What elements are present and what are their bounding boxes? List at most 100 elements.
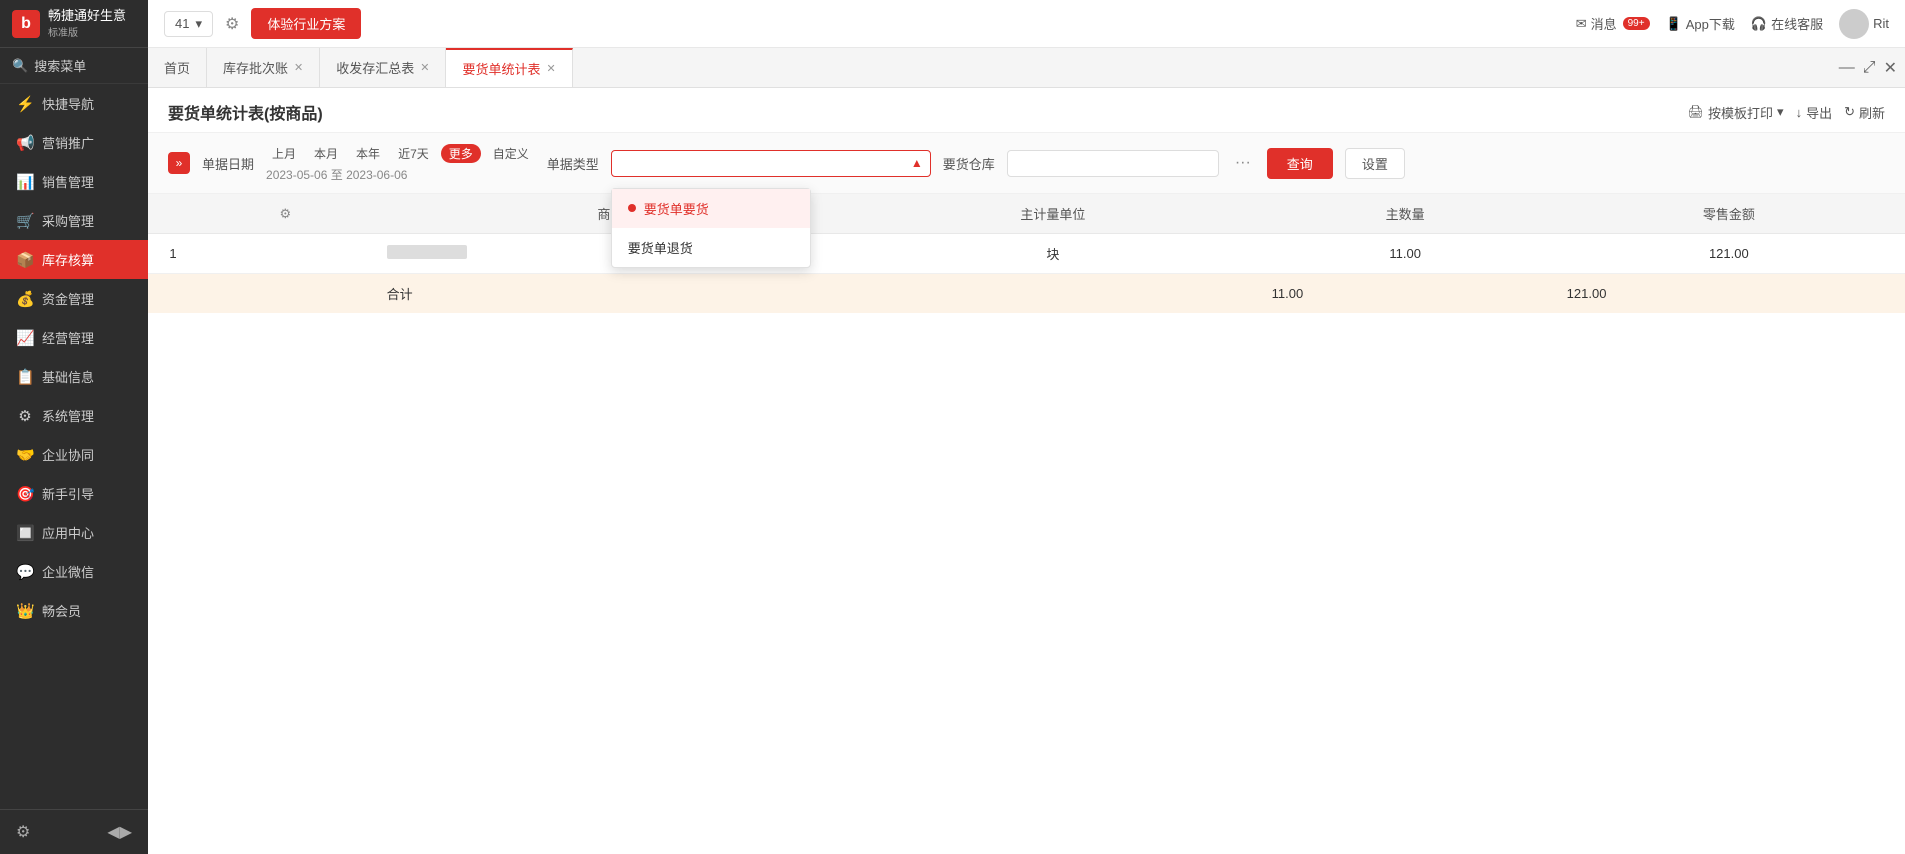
tab-expand-btn[interactable]: ⤢ bbox=[1863, 59, 1876, 77]
sidebar-item-label: 基础信息 bbox=[42, 367, 94, 386]
type-select-input[interactable] bbox=[611, 150, 931, 177]
refresh-label: 刷新 bbox=[1859, 103, 1885, 122]
print-btn[interactable]: 🖨 按模板打印 ▾ bbox=[1688, 103, 1784, 122]
sidebar-item-enterprise[interactable]: 🤝 企业协同 bbox=[0, 435, 148, 474]
row-unit: 块 bbox=[848, 234, 1258, 274]
settings-btn[interactable]: 设置 bbox=[1345, 148, 1405, 179]
sidebar-item-finance[interactable]: 💰 资金管理 bbox=[0, 279, 148, 318]
settings-footer-icon[interactable]: ⚙ bbox=[16, 822, 30, 842]
sidebar-item-basics[interactable]: 📋 基础信息 bbox=[0, 357, 148, 396]
custom-date-btn[interactable]: 自定义 bbox=[487, 143, 535, 164]
row-index: 1 bbox=[148, 234, 198, 274]
sidebar-item-operations[interactable]: 📈 经营管理 bbox=[0, 318, 148, 357]
tab-receivable-summary[interactable]: 收发存汇总表 ✕ bbox=[320, 48, 446, 87]
refresh-icon: ↻ bbox=[1844, 104, 1855, 120]
sidebar-item-wechat[interactable]: 💬 企业微信 bbox=[0, 552, 148, 591]
query-btn[interactable]: 查询 bbox=[1267, 148, 1333, 179]
dropdown-item-order[interactable]: 要货单要货 bbox=[612, 189, 810, 228]
dropdown-item-return[interactable]: 要货单退货 bbox=[612, 228, 810, 267]
sidebar-item-label: 系统管理 bbox=[42, 406, 94, 425]
trial-btn[interactable]: 体验行业方案 bbox=[251, 8, 361, 39]
date-range-display: 2023-05-06 至 2023-06-06 bbox=[266, 166, 535, 183]
company-selector[interactable]: 41 ▾ bbox=[164, 11, 213, 37]
online-service-btn[interactable]: 🎧 在线客服 bbox=[1751, 14, 1823, 33]
tab-order-stats-close[interactable]: ✕ bbox=[547, 62, 556, 75]
tab-minimize-btn[interactable]: — bbox=[1839, 59, 1855, 77]
sidebar-item-member[interactable]: 👑 畅会员 bbox=[0, 591, 148, 630]
system-icon: ⚙ bbox=[16, 407, 34, 425]
app-download-btn[interactable]: 📱 App下载 bbox=[1666, 14, 1735, 33]
collapse-footer-icon[interactable]: ◀▶ bbox=[107, 822, 132, 842]
sidebar-item-marketing[interactable]: 📢 营销推广 bbox=[0, 123, 148, 162]
message-badge: 99+ bbox=[1623, 17, 1650, 30]
sidebar-item-label: 企业微信 bbox=[42, 562, 94, 581]
user-avatar-btn[interactable]: Rit bbox=[1839, 9, 1889, 39]
type-select-wrapper: ▲ 要货单要货 要货单退货 bbox=[611, 150, 931, 177]
table-header-row: ⚙ 商品 主计量单位 主数量 零售金额 bbox=[148, 194, 1905, 234]
tab-inventory-batch[interactable]: 库存批次账 ✕ bbox=[207, 48, 320, 87]
table-row: 1 块 11.00 121.00 bbox=[148, 234, 1905, 274]
print-label: 按模板打印 bbox=[1708, 103, 1773, 122]
marketing-icon: 📢 bbox=[16, 134, 34, 152]
sidebar-item-tutorial[interactable]: 🎯 新手引导 bbox=[0, 474, 148, 513]
this-year-btn[interactable]: 本年 bbox=[350, 143, 386, 164]
sidebar-item-label: 企业协同 bbox=[42, 445, 94, 464]
sidebar-item-label: 库存核算 bbox=[42, 250, 94, 269]
tab-close-all-btn[interactable]: ✕ bbox=[1884, 58, 1897, 78]
sidebar-item-label: 采购管理 bbox=[42, 211, 94, 230]
topbar-gear-icon[interactable]: ⚙ bbox=[225, 14, 239, 34]
total-label: 合计 bbox=[373, 274, 849, 314]
enterprise-icon: 🤝 bbox=[16, 446, 34, 464]
finance-icon: 💰 bbox=[16, 290, 34, 308]
sidebar-item-label: 经营管理 bbox=[42, 328, 94, 347]
sidebar-item-label: 营销推广 bbox=[42, 133, 94, 152]
total-row: 合计 11.00 121.00 bbox=[148, 274, 1905, 314]
tab-inventory-batch-close[interactable]: ✕ bbox=[294, 61, 303, 74]
warehouse-input[interactable] bbox=[1007, 150, 1219, 177]
col-quantity: 主数量 bbox=[1258, 194, 1553, 234]
last-7-days-btn[interactable]: 近7天 bbox=[392, 143, 435, 164]
col-unit: 主计量单位 bbox=[848, 194, 1258, 234]
date-label: 单据日期 bbox=[202, 154, 254, 173]
tab-inventory-batch-label: 库存批次账 bbox=[223, 58, 288, 77]
type-select-chevron-icon[interactable]: ▲ bbox=[911, 156, 923, 170]
warehouse-more-icon[interactable]: ··· bbox=[1231, 154, 1255, 172]
member-icon: 👑 bbox=[16, 602, 34, 620]
col-amount: 零售金额 bbox=[1553, 194, 1905, 234]
page-title: 要货单统计表(按商品) bbox=[168, 100, 323, 124]
sidebar-item-system[interactable]: ⚙ 系统管理 bbox=[0, 396, 148, 435]
purchase-icon: 🛒 bbox=[16, 212, 34, 230]
sidebar-item-quick-nav[interactable]: ⚡ 快捷导航 bbox=[0, 84, 148, 123]
tab-order-stats[interactable]: 要货单统计表 ✕ bbox=[446, 48, 572, 87]
this-month-btn[interactable]: 本月 bbox=[308, 143, 344, 164]
sidebar-item-sales[interactable]: 📊 销售管理 bbox=[0, 162, 148, 201]
company-selector-value: 41 bbox=[175, 16, 189, 31]
tabbar: 首页 库存批次账 ✕ 收发存汇总表 ✕ 要货单统计表 ✕ — ⤢ ✕ bbox=[148, 48, 1905, 88]
col-settings-icon[interactable]: ⚙ bbox=[198, 194, 373, 234]
sidebar-item-app-center[interactable]: 🔲 应用中心 bbox=[0, 513, 148, 552]
sidebar-search[interactable]: 🔍 搜索菜单 bbox=[0, 48, 148, 84]
messages-btn[interactable]: ✉ 消息 99+ bbox=[1576, 14, 1650, 33]
export-btn[interactable]: ↓ 导出 bbox=[1796, 103, 1833, 122]
warehouse-label: 要货仓库 bbox=[943, 154, 995, 173]
content-area: 要货单统计表(按商品) 🖨 按模板打印 ▾ ↓ 导出 ↻ 刷新 bbox=[148, 88, 1905, 854]
main-area: 41 ▾ ⚙ 体验行业方案 ✉ 消息 99+ 📱 App下载 🎧 在线客服 R bbox=[148, 0, 1905, 854]
user-name: Rit bbox=[1873, 16, 1889, 31]
type-label: 单据类型 bbox=[547, 154, 599, 173]
sidebar: b 畅捷通好生意 标准版 🔍 搜索菜单 ⚡ 快捷导航 📢 营销推广 📊 销售管理… bbox=[0, 0, 148, 854]
last-month-btn[interactable]: 上月 bbox=[266, 143, 302, 164]
print-icon: 🖨 bbox=[1688, 104, 1705, 120]
row-settings bbox=[198, 234, 373, 274]
tab-home[interactable]: 首页 bbox=[148, 48, 207, 87]
more-date-btn[interactable]: 更多 bbox=[441, 144, 481, 163]
sidebar-item-inventory[interactable]: 📦 库存核算 bbox=[0, 240, 148, 279]
sidebar-item-purchase[interactable]: 🛒 采购管理 bbox=[0, 201, 148, 240]
filter-expand-btn[interactable]: » bbox=[168, 152, 190, 174]
tab-receivable-summary-close[interactable]: ✕ bbox=[420, 61, 429, 74]
row-amount: 121.00 bbox=[1553, 234, 1905, 274]
refresh-btn[interactable]: ↻ 刷新 bbox=[1844, 103, 1885, 122]
message-icon: ✉ bbox=[1576, 16, 1587, 32]
topbar: 41 ▾ ⚙ 体验行业方案 ✉ 消息 99+ 📱 App下载 🎧 在线客服 R bbox=[148, 0, 1905, 48]
topbar-right: ✉ 消息 99+ 📱 App下载 🎧 在线客服 Rit bbox=[1576, 9, 1889, 39]
export-icon: ↓ bbox=[1796, 105, 1803, 120]
